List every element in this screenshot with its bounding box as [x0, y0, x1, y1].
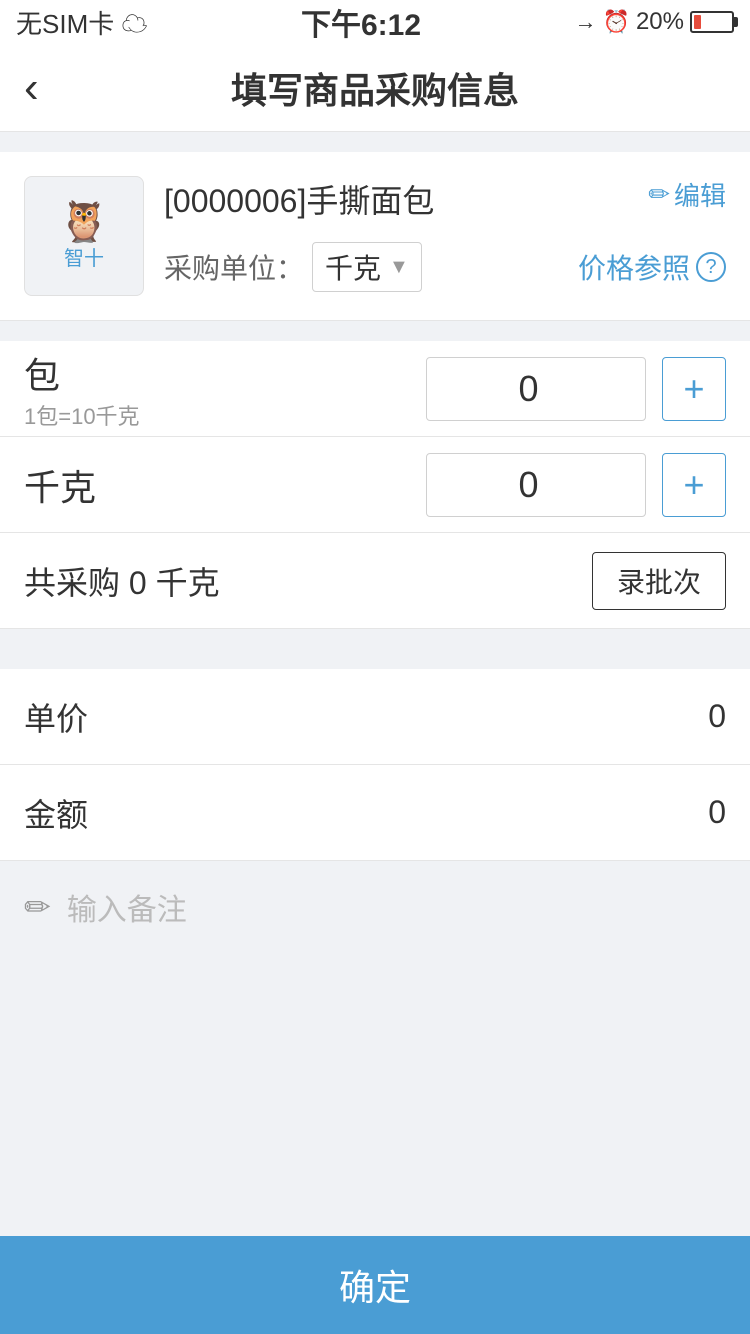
help-icon: ?: [696, 252, 726, 282]
product-logo: 🦉: [59, 202, 109, 242]
unit-price-row: 单价 0: [0, 669, 750, 765]
nav-bar: ‹ 填写商品采购信息: [0, 44, 750, 132]
unit-select[interactable]: 千克 ▼: [312, 242, 422, 292]
edit-button[interactable]: ✏ 编辑: [648, 176, 726, 213]
status-time: 下午6:12: [301, 0, 421, 44]
bao-plus-button[interactable]: +: [662, 357, 726, 421]
kg-label: 千克: [24, 459, 144, 511]
price-section: 单价 0 金额 0: [0, 669, 750, 861]
remarks-placeholder: 输入备注: [67, 885, 187, 929]
unit-label: 采购单位：: [164, 247, 304, 287]
price-reference-button[interactable]: 价格参照 ?: [578, 247, 726, 287]
back-button[interactable]: ‹: [24, 66, 39, 110]
nav-title: 填写商品采购信息: [231, 62, 519, 114]
edit-label: 编辑: [674, 176, 726, 213]
unit-price-label: 单价: [24, 694, 88, 740]
kg-input-row: 千克 +: [0, 437, 750, 533]
status-left: 无SIM卡 ☁: [16, 4, 147, 41]
amount-label: 金额: [24, 790, 88, 836]
product-card: 🦉 智十 [0000006]手撕面包 ✏ 编辑 采购单位： 千克 ▼: [0, 152, 750, 321]
unit-price-value: 0: [708, 698, 726, 735]
amount-row: 金额 0: [0, 765, 750, 861]
bao-label: 包: [24, 347, 144, 399]
price-ref-label: 价格参照: [578, 247, 690, 287]
summary-row: 共采购 0 千克 录批次: [0, 533, 750, 629]
alarm-icon: ⏰: [603, 9, 630, 35]
summary-unit: 千克: [156, 565, 220, 601]
product-info: [0000006]手撕面包 ✏ 编辑 采购单位： 千克 ▼ 价格参照 ?: [164, 176, 726, 292]
summary-amount: 0: [129, 565, 147, 601]
remarks-section[interactable]: ✏ 输入备注: [0, 861, 750, 1061]
kg-plus-button[interactable]: +: [662, 453, 726, 517]
batch-record-button[interactable]: 录批次: [592, 552, 726, 610]
bao-input-row: 包 1包=10千克 +: [0, 341, 750, 437]
unit-value: 千克: [325, 247, 381, 287]
kg-quantity-input[interactable]: [426, 453, 646, 517]
remarks-input-row: ✏ 输入备注: [24, 885, 726, 929]
chevron-down-icon: ▼: [389, 256, 409, 279]
bao-sub-label: 1包=10千克: [24, 399, 144, 431]
product-name: [0000006]手撕面包: [164, 176, 632, 222]
status-right: → ⏰ 20%: [575, 8, 734, 36]
amount-value: 0: [708, 794, 726, 831]
product-logo-sub: 智十: [59, 242, 109, 271]
location-icon: →: [575, 9, 597, 35]
input-section: 包 1包=10千克 + 千克 + 共采购 0 千克: [0, 341, 750, 629]
summary-text: 共采购 0 千克: [24, 558, 220, 604]
edit-icon: ✏: [648, 179, 670, 210]
pencil-icon: ✏: [24, 888, 51, 926]
bao-quantity-input[interactable]: [426, 357, 646, 421]
confirm-button[interactable]: 确定: [0, 1236, 750, 1334]
battery-percent: 20%: [636, 8, 684, 36]
battery-icon: [690, 11, 734, 33]
summary-label: 共采购: [24, 565, 120, 601]
product-image: 🦉 智十: [24, 176, 144, 296]
status-bar: 无SIM卡 ☁ 下午6:12 → ⏰ 20%: [0, 0, 750, 44]
section-divider-1: [0, 321, 750, 341]
section-divider-2: [0, 629, 750, 649]
sim-label: 无SIM卡 ☁: [16, 4, 147, 41]
